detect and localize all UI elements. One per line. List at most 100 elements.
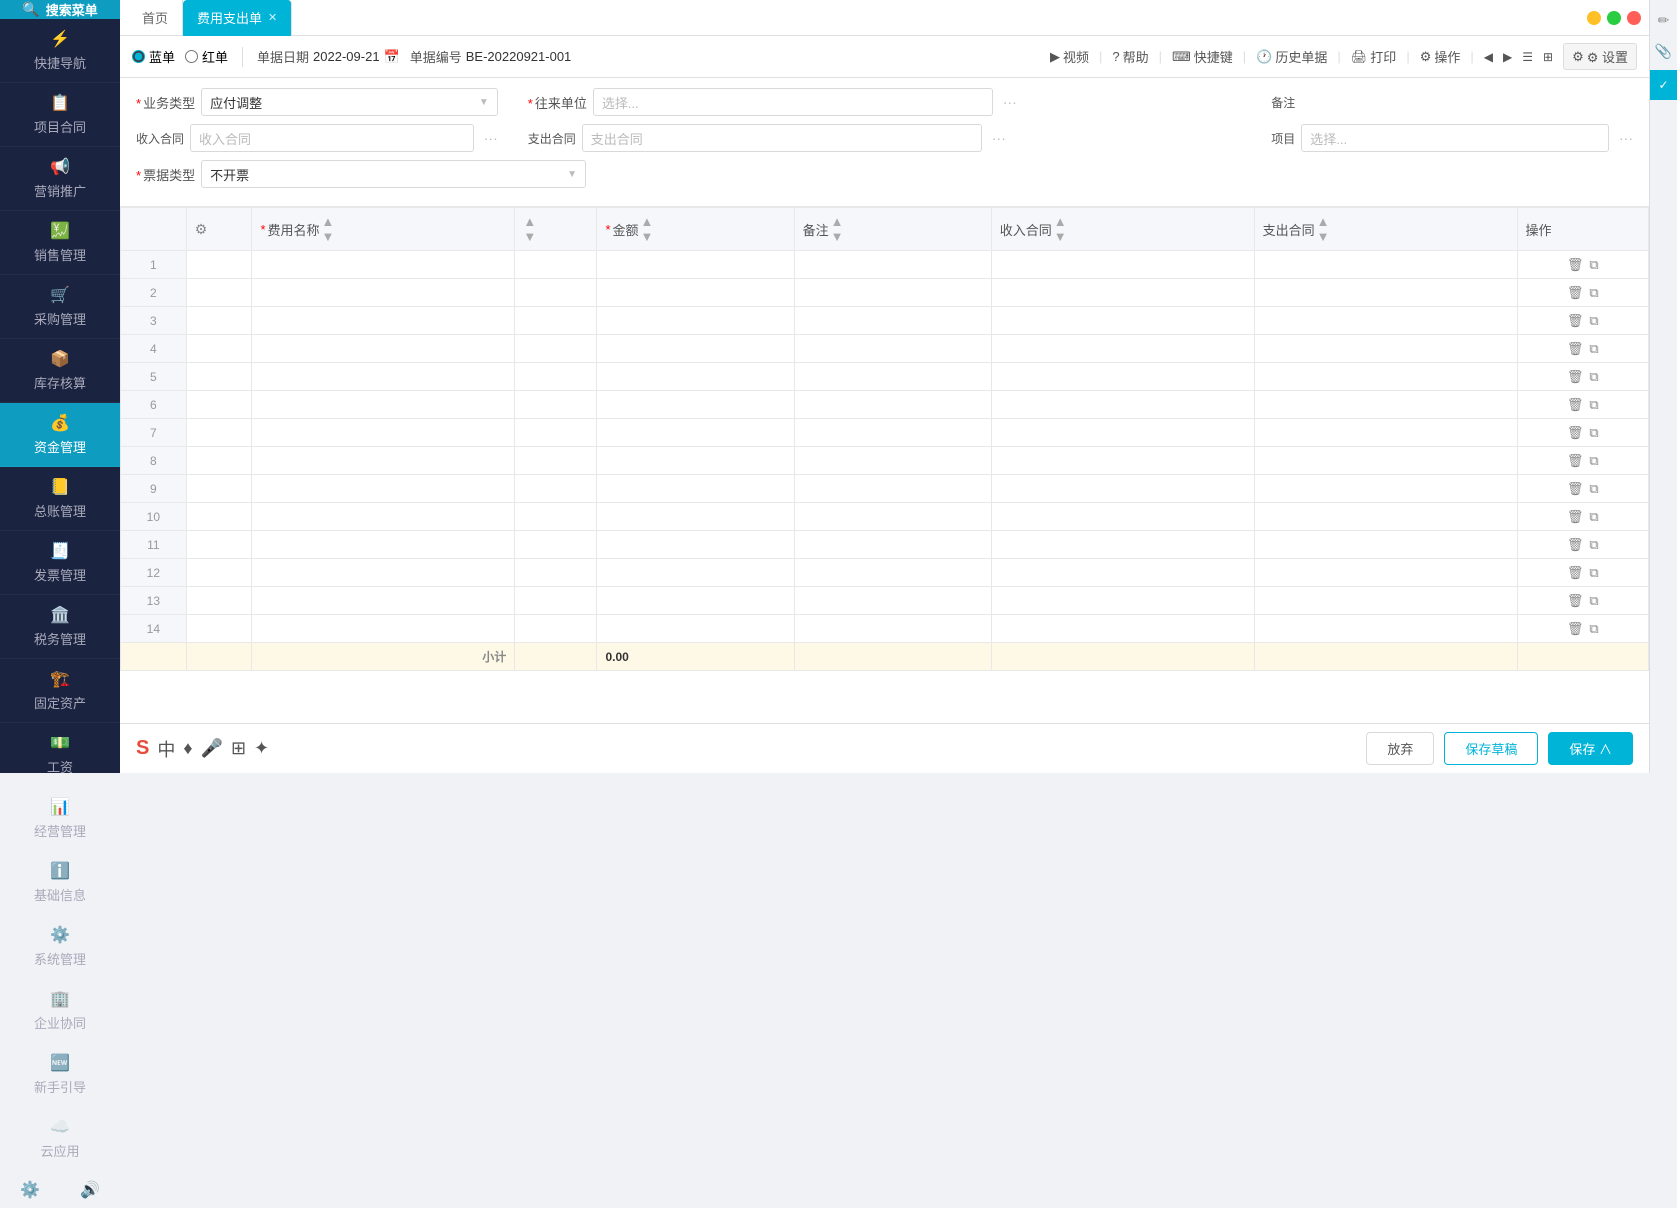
row-expense-contract-cell[interactable]	[1254, 251, 1517, 279]
partner-input[interactable]: 选择...	[593, 88, 993, 116]
sidebar-item-accounting[interactable]: 📒 总账管理	[0, 467, 120, 531]
sidebar-item-business[interactable]: 📊 经营管理	[0, 787, 120, 851]
row-expense-name-cell[interactable]	[252, 363, 515, 391]
row-remark-cell[interactable]	[794, 307, 991, 335]
row-expense-contract-cell[interactable]	[1254, 391, 1517, 419]
row-remark-cell[interactable]	[794, 391, 991, 419]
window-maximize-button[interactable]	[1607, 11, 1621, 25]
sort-expense-contract-arrows[interactable]: ▲▼	[1317, 214, 1330, 244]
row-income-contract-cell[interactable]	[991, 279, 1254, 307]
sidebar-item-inventory[interactable]: 📦 库存核算	[0, 339, 120, 403]
project-input[interactable]: 选择...	[1301, 124, 1609, 152]
th-expense-name[interactable]: * 费用名称 ▲▼	[252, 208, 515, 251]
calendar-icon[interactable]: 📅	[384, 49, 400, 65]
sidebar-item-quick-nav[interactable]: ⚡ 快捷导航	[0, 19, 120, 83]
copy-icon[interactable]: ⧉	[1589, 537, 1598, 553]
row-remark-cell[interactable]	[794, 419, 991, 447]
tab-expense[interactable]: 费用支出单 ✕	[183, 0, 292, 36]
row-expense-contract-cell[interactable]	[1254, 419, 1517, 447]
row-amount-cell[interactable]	[597, 587, 794, 615]
row-expense-name-cell[interactable]	[252, 391, 515, 419]
sidebar-item-enterprise[interactable]: 🏢 企业协同	[0, 979, 120, 1043]
row-income-contract-cell[interactable]	[991, 475, 1254, 503]
row-remark-cell[interactable]	[794, 475, 991, 503]
sidebar-item-guide[interactable]: 🆕 新手引导	[0, 1043, 120, 1107]
row-income-contract-cell[interactable]	[991, 363, 1254, 391]
sidebar-item-fixed-assets[interactable]: 🏗️ 固定资产	[0, 659, 120, 723]
row-income-contract-cell[interactable]	[991, 335, 1254, 363]
row-remark-cell[interactable]	[794, 363, 991, 391]
row-income-contract-cell[interactable]	[991, 587, 1254, 615]
row-expense-name-cell[interactable]	[252, 615, 515, 643]
row-amount-cell[interactable]	[597, 531, 794, 559]
row-expense-contract-cell[interactable]	[1254, 615, 1517, 643]
sort-arrows[interactable]: ▲▼	[322, 214, 335, 244]
row-remark-cell[interactable]	[794, 559, 991, 587]
sidebar-item-project-contract[interactable]: 📋 项目合同	[0, 83, 120, 147]
row-amount-cell[interactable]	[597, 251, 794, 279]
sort-col-arrows[interactable]: ▲▼	[523, 214, 588, 244]
row-amount-cell[interactable]	[597, 419, 794, 447]
tab-home[interactable]: 首页	[128, 0, 183, 36]
sidebar-item-capital[interactable]: 💰 资金管理	[0, 403, 120, 467]
row-remark-cell[interactable]	[794, 251, 991, 279]
sidebar-item-basic-info[interactable]: ℹ️ 基础信息	[0, 851, 120, 915]
row-remark-cell[interactable]	[794, 279, 991, 307]
copy-icon[interactable]: ⧉	[1589, 285, 1598, 301]
settings-gear-icon[interactable]: ⚙	[195, 221, 208, 237]
delete-icon[interactable]: 🗑	[1567, 369, 1584, 385]
nav-next-action[interactable]: ▶	[1503, 50, 1512, 64]
copy-icon[interactable]: ⧉	[1589, 481, 1598, 497]
copy-icon[interactable]: ⧉	[1589, 341, 1598, 357]
expense-contract-input[interactable]: 支出合同	[582, 124, 982, 152]
row-expense-contract-cell[interactable]	[1254, 279, 1517, 307]
sort-amount-arrows[interactable]: ▲▼	[641, 214, 654, 244]
row-expense-name-cell[interactable]	[252, 587, 515, 615]
row-amount-cell[interactable]	[597, 475, 794, 503]
row-remark-cell[interactable]	[794, 615, 991, 643]
th-expense-contract[interactable]: 支出合同 ▲▼	[1254, 208, 1517, 251]
delete-icon[interactable]: 🗑	[1567, 397, 1584, 413]
copy-icon[interactable]: ⧉	[1589, 593, 1598, 609]
sidebar-item-purchase[interactable]: 🛒 采购管理	[0, 275, 120, 339]
row-expense-contract-cell[interactable]	[1254, 475, 1517, 503]
delete-icon[interactable]: 🗑	[1567, 341, 1584, 357]
row-amount-cell[interactable]	[597, 559, 794, 587]
row-income-contract-cell[interactable]	[991, 559, 1254, 587]
row-expense-contract-cell[interactable]	[1254, 559, 1517, 587]
row-amount-cell[interactable]	[597, 279, 794, 307]
sidebar-item-tax[interactable]: 🏛️ 税务管理	[0, 595, 120, 659]
delete-icon[interactable]: 🗑	[1567, 285, 1584, 301]
row-expense-name-cell[interactable]	[252, 503, 515, 531]
delete-icon[interactable]: 🗑	[1567, 509, 1584, 525]
delete-icon[interactable]: 🗑	[1567, 313, 1584, 329]
view-grid-action[interactable]: ⊞	[1543, 50, 1553, 64]
project-more-icon[interactable]: ···	[1619, 130, 1633, 146]
row-remark-cell[interactable]	[794, 503, 991, 531]
delete-icon[interactable]: 🗑	[1567, 565, 1584, 581]
right-panel-edit-icon[interactable]: ✏	[1654, 8, 1674, 33]
row-expense-name-cell[interactable]	[252, 251, 515, 279]
row-expense-contract-cell[interactable]	[1254, 503, 1517, 531]
row-expense-name-cell[interactable]	[252, 475, 515, 503]
save-draft-button[interactable]: 保存草稿	[1444, 732, 1538, 765]
income-contract-input[interactable]: 收入合同	[190, 124, 474, 152]
window-close-button[interactable]	[1627, 11, 1641, 25]
sidebar-item-marketing[interactable]: 📢 营销推广	[0, 147, 120, 211]
sidebar-item-invoice[interactable]: 🧾 发票管理	[0, 531, 120, 595]
row-amount-cell[interactable]	[597, 503, 794, 531]
row-expense-contract-cell[interactable]	[1254, 335, 1517, 363]
radio-red[interactable]: 红单	[185, 47, 228, 66]
delete-icon[interactable]: 🗑	[1567, 537, 1584, 553]
row-expense-name-cell[interactable]	[252, 447, 515, 475]
settings-button[interactable]: ⚙️	[0, 1172, 60, 1208]
copy-icon[interactable]: ⧉	[1589, 453, 1598, 469]
sidebar-item-cloud[interactable]: ☁️ 云应用	[0, 1107, 120, 1171]
row-income-contract-cell[interactable]	[991, 251, 1254, 279]
row-expense-contract-cell[interactable]	[1254, 447, 1517, 475]
row-expense-contract-cell[interactable]	[1254, 587, 1517, 615]
th-sort-col[interactable]: ▲▼	[515, 208, 597, 251]
video-action[interactable]: ▶ 视频	[1050, 47, 1089, 66]
copy-icon[interactable]: ⧉	[1589, 425, 1598, 441]
row-amount-cell[interactable]	[597, 335, 794, 363]
